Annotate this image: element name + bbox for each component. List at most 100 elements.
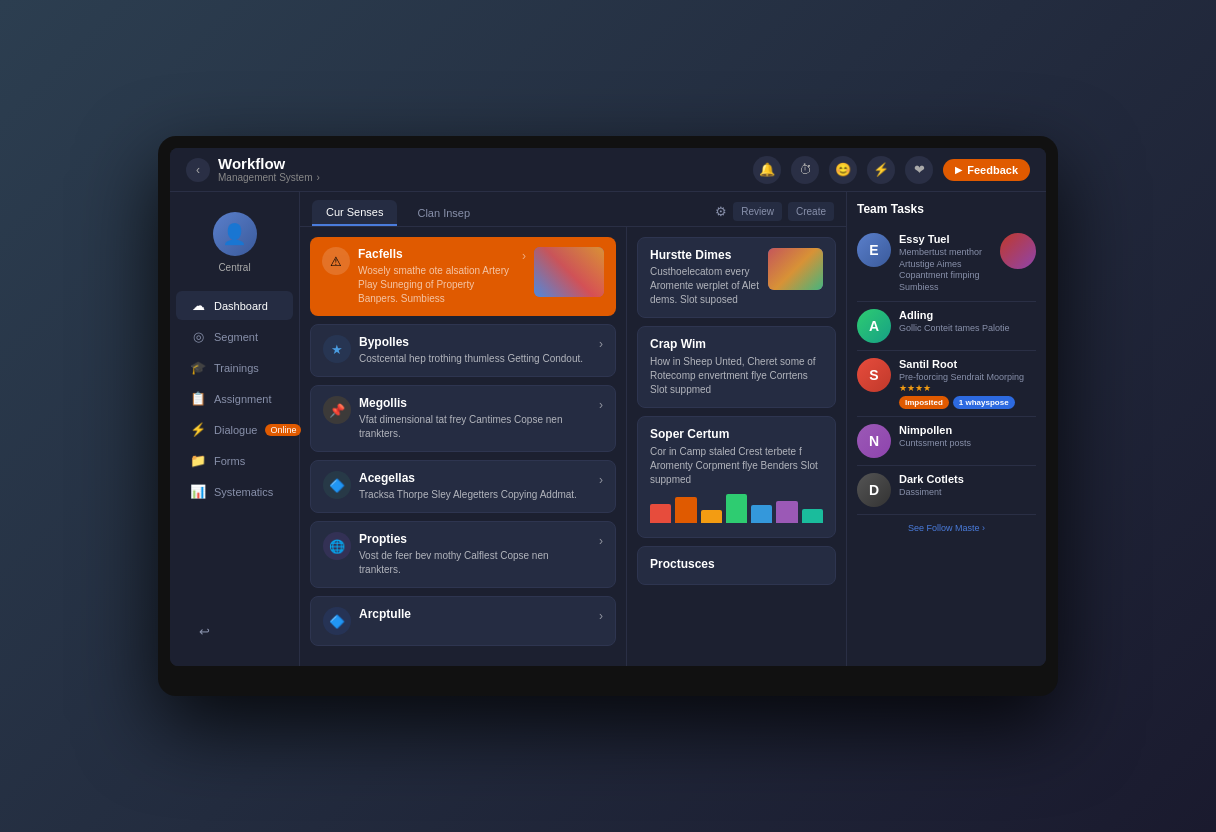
back-button[interactable]: ‹ [186,158,210,182]
featured-card[interactable]: ⚠ Facfells Wosely smathe ote alsation Ar… [310,237,616,316]
card3-header: 📌 Megollis Vfat dimensional tat frey Can… [323,396,603,441]
lightning-icon[interactable]: ⚡ [867,156,895,184]
card6-title: Arcptulle [359,607,591,621]
app-title-main: Workflow [218,156,320,173]
rc3-desc: Cor in Camp staled Crest terbete f Arome… [650,445,823,487]
member4-info: Nimpollen Cuntssment posts [899,424,1036,450]
rc1-thumb-inner [768,248,823,290]
sidebar-item-segment[interactable]: ◎ Segment [176,322,293,351]
member1-info: Essy Tuel Membertust menthor Artustige A… [899,233,992,294]
content-area: Cur Senses Clan Insep ⚙ Review Create [300,192,846,666]
notification-icon[interactable]: 🔔 [753,156,781,184]
rc1-desc: Custhoelecatom every Aromente werplet of… [650,265,760,307]
sidebar-item-systematics[interactable]: 📊 Systematics [176,477,293,506]
card-bypolles[interactable]: ★ Bypolles Costcental hep trothing thuml… [310,324,616,377]
left-cards: ⚠ Facfells Wosely smathe ote alsation Ar… [300,227,626,666]
featured-card-header: ⚠ Facfells Wosely smathe ote alsation Ar… [322,247,604,306]
dialogue-icon: ⚡ [190,422,206,437]
member5-info: Dark Cotlets Dassiment [899,473,1036,499]
rc2-desc: How in Sheep Unted, Cheret some of Rotec… [650,355,823,397]
member5-role: Dassiment [899,487,1036,499]
sidebar-item-dashboard[interactable]: ☁ Dashboard [176,291,293,320]
member3-badge2: 1 whayspose [953,396,1015,409]
tab-cur-senses[interactable]: Cur Senses [312,200,397,226]
card-arcptulle[interactable]: 🔷 Arcptulle › [310,596,616,646]
member3-badge1: Imposited [899,396,949,409]
sidebar-item-forms[interactable]: 📁 Forms [176,446,293,475]
member1-photo [1000,233,1036,269]
sidebar-item-trainings-label: Trainings [214,362,259,374]
back-nav-icon: ↩ [196,624,212,639]
bar-6 [776,501,797,523]
member4-avatar: N [857,424,891,458]
review-button[interactable]: Review [733,202,782,221]
member1-name: Essy Tuel [899,233,992,245]
sidebar-item-assignment[interactable]: 📋 Assignment [176,384,293,413]
card6-arrow: › [599,609,603,623]
card4-info: Acegellas Tracksa Thorpe Sley Alegetters… [359,471,591,502]
topbar-icons: 🔔 ⏱ 😊 ⚡ ❤ Feedback [753,156,1030,184]
member4-name: Nimpollen [899,424,1036,436]
filter-icon[interactable]: ⚙ [715,204,727,219]
content-main: ⚠ Facfells Wosely smathe ote alsation Ar… [300,227,846,666]
member2-info: Adling Gollic Conteit tames Palotie [899,309,1036,335]
right-card-2[interactable]: Crap Wim How in Sheep Unted, Cheret some… [637,326,836,408]
main-layout: 👤 Central ☁ Dashboard ◎ Segment 🎓 Traini… [170,192,1046,666]
member3-role: Pre-foorcing Sendrait Moorping [899,372,1036,384]
tab-clan-insep[interactable]: Clan Insep [403,201,484,225]
create-button[interactable]: Create [788,202,834,221]
card-megollis[interactable]: 📌 Megollis Vfat dimensional tat frey Can… [310,385,616,452]
card4-header: 🔷 Acegellas Tracksa Thorpe Sley Alegette… [323,471,603,502]
emoji-icon[interactable]: 😊 [829,156,857,184]
card6-icon: 🔷 [323,607,351,635]
sidebar-item-dialogue[interactable]: ⚡ Dialogue Online [176,415,293,444]
sidebar-avatar: 👤 Central [170,204,299,289]
featured-card-info: Facfells Wosely smathe ote alsation Arte… [358,247,514,306]
heart-icon[interactable]: ❤ [905,156,933,184]
sidebar-bottom: ↩ [170,609,299,654]
featured-thumb-inner [534,247,604,297]
dashboard-icon: ☁ [190,298,206,313]
right-card-3[interactable]: Soper Certum Cor in Camp staled Crest te… [637,416,836,538]
monitor-frame: ‹ Workflow Management System › 🔔 ⏱ 😊 ⚡ ❤… [158,136,1058,696]
card3-icon: 📌 [323,396,351,424]
app-title-sub: Management System › [218,172,320,183]
timer-icon[interactable]: ⏱ [791,156,819,184]
right-cards-container: Hurstte Dimes Custhoelecatom every Arome… [627,227,846,666]
sidebar-item-systematics-label: Systematics [214,486,273,498]
segment-icon: ◎ [190,329,206,344]
team-member-2: A Adling Gollic Conteit tames Palotie [857,302,1036,351]
rc1-title: Hurstte Dimes [650,248,760,262]
dialogue-badge: Online [265,424,301,436]
sidebar-item-trainings[interactable]: 🎓 Trainings [176,353,293,382]
rc1-info: Hurstte Dimes Custhoelecatom every Arome… [650,248,760,307]
card5-icon: 🌐 [323,532,351,560]
card-propties[interactable]: 🌐 Propties Vost de feer bev mothy Calfle… [310,521,616,588]
card2-icon: ★ [323,335,351,363]
forms-icon: 📁 [190,453,206,468]
bar-5 [751,505,772,523]
featured-card-desc: Wosely smathe ote alsation Artery Play S… [358,264,514,306]
right-card-4[interactable]: Proctusces [637,546,836,585]
featured-card-icon: ⚠ [322,247,350,275]
card4-arrow: › [599,473,603,487]
app-title-container: Workflow Management System › [218,156,320,184]
card2-arrow: › [599,337,603,351]
member3-name: Santil Root [899,358,1036,370]
card2-desc: Costcental hep trothing thumless Getting… [359,352,591,366]
cards-container: ⚠ Facfells Wosely smathe ote alsation Ar… [300,227,626,666]
right-panel: Team Tasks E Essy Tuel Membertust mentho… [846,192,1046,666]
featured-card-arrow: › [522,249,526,263]
card-acegellas[interactable]: 🔷 Acegellas Tracksa Thorpe Sley Alegette… [310,460,616,513]
rc1-thumb [768,248,823,290]
card3-desc: Vfat dimensional tat frey Cantimes Copse… [359,413,591,441]
member3-avatar: S [857,358,891,392]
card2-info: Bypolles Costcental hep trothing thumles… [359,335,591,366]
sidebar-back-button[interactable]: ↩ [182,617,287,646]
panel-footer[interactable]: See Follow Maste › [857,515,1036,533]
bar-4 [726,494,747,523]
right-card-1[interactable]: Hurstte Dimes Custhoelecatom every Arome… [637,237,836,318]
card6-header: 🔷 Arcptulle › [323,607,603,635]
member3-info: Santil Root Pre-foorcing Sendrait Moorpi… [899,358,1036,410]
feedback-button[interactable]: Feedback [943,159,1030,181]
